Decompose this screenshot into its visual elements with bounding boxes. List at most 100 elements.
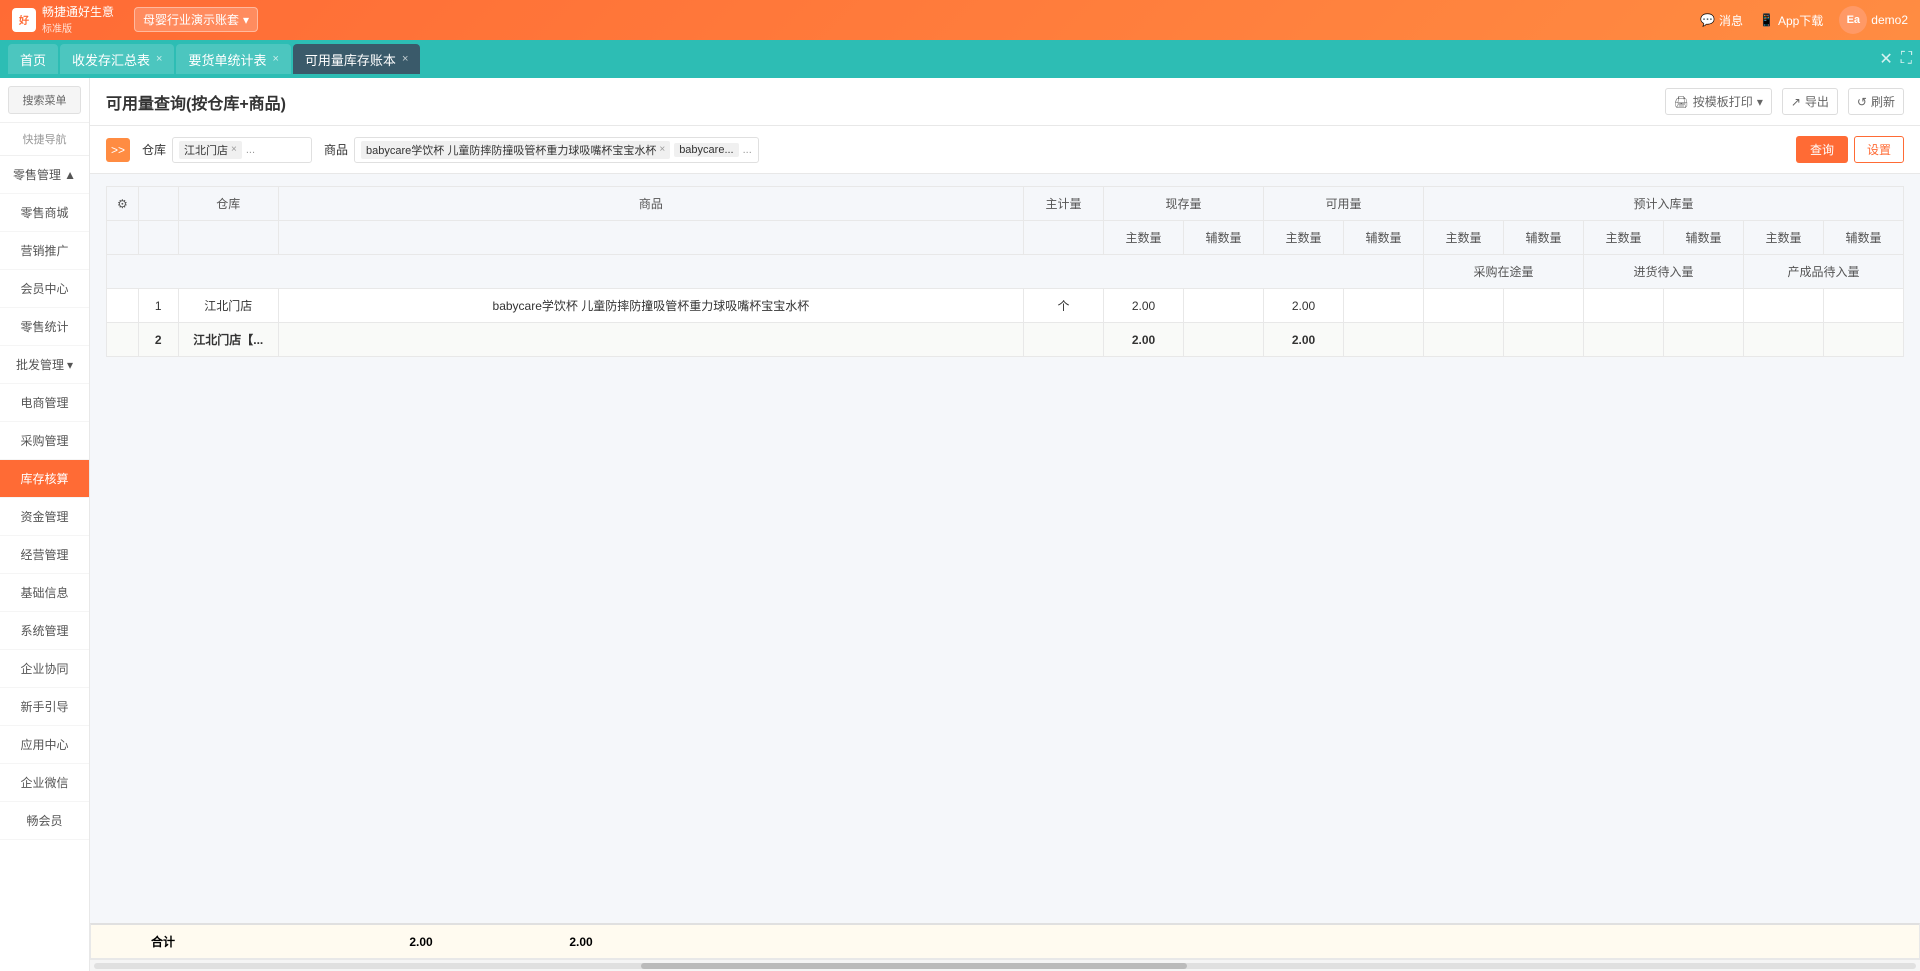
col-subheader-purchase-main: 主数量	[1424, 221, 1504, 255]
col-subheader-products-aux: 辅数量	[1824, 221, 1904, 255]
scrollbar-thumb[interactable]	[641, 963, 1188, 969]
cell-purchase-aux-1	[1504, 289, 1584, 323]
sidebar-retail-mall-label: 零售商城	[20, 206, 68, 220]
footer-stock-main: 2.00	[381, 935, 461, 949]
sidebar-quick-nav[interactable]: 快捷导航	[0, 123, 89, 156]
sidebar-item-new-guide[interactable]: 新手引导	[0, 688, 89, 726]
sidebar-wholesale-mgmt-label: 批发管理	[16, 356, 64, 373]
sidebar-item-member-center[interactable]: 会员中心	[0, 270, 89, 308]
sidebar-item-enterprise-wechat[interactable]: 企业微信	[0, 764, 89, 802]
footer-avail-main: 2.00	[541, 935, 621, 949]
cell-product-1: babycare学饮杯 儿童防摔防撞吸管杯重力球吸嘴杯宝宝水杯	[278, 289, 1023, 323]
col-subheader-stock-aux: 辅数量	[1184, 221, 1264, 255]
sidebar-item-finance-mgmt[interactable]: 资金管理	[0, 498, 89, 536]
nav-close-btn[interactable]: ✕	[1879, 49, 1892, 69]
sidebar-member-center-label: 会员中心	[20, 282, 68, 296]
tab-available-stock[interactable]: 可用量库存账本 ×	[293, 44, 420, 74]
col-header-unit: 主计量	[1024, 187, 1104, 221]
nav-tabs-bar: 首页 收发存汇总表 × 要货单统计表 × 可用量库存账本 × ✕ ⛶	[0, 40, 1920, 78]
sidebar-item-vip-member[interactable]: 畅会员	[0, 802, 89, 840]
sidebar-item-system-mgmt[interactable]: 系统管理	[0, 612, 89, 650]
tab-income-summary-close[interactable]: ×	[156, 53, 162, 65]
sidebar-item-purchase-mgmt[interactable]: 采购管理	[0, 422, 89, 460]
tab-available-stock-label: 可用量库存账本	[305, 50, 396, 69]
product-more[interactable]: ...	[743, 144, 752, 156]
cell-no-1: 1	[138, 289, 178, 323]
message-action[interactable]: 💬 消息	[1700, 12, 1743, 29]
expand-icon: >>	[111, 143, 125, 157]
sidebar-item-retail-mall[interactable]: 零售商城	[0, 194, 89, 232]
gear-icon[interactable]: ⚙	[117, 197, 128, 211]
col-header-planned-in: 预计入库量	[1424, 187, 1904, 221]
product-tag-1-close[interactable]: ×	[659, 144, 665, 155]
sidebar-item-inventory-check[interactable]: 库存核算	[0, 460, 89, 498]
warehouse-tag-text: 江北门店	[184, 142, 228, 158]
sidebar-item-wholesale-mgmt[interactable]: 批发管理 ▾	[0, 346, 89, 384]
sidebar-vip-member-label: 畅会员	[26, 814, 62, 828]
sidebar-item-basic-info[interactable]: 基础信息	[0, 574, 89, 612]
query-button[interactable]: 查询	[1796, 136, 1848, 163]
tab-available-stock-close[interactable]: ×	[402, 53, 408, 65]
export-btn[interactable]: ↗ 导出	[1782, 88, 1838, 115]
sidebar-item-marketing[interactable]: 营销推广	[0, 232, 89, 270]
settings-button[interactable]: 设置	[1854, 136, 1904, 163]
tab-order-stats[interactable]: 要货单统计表 ×	[176, 44, 290, 74]
export-icon: ↗	[1791, 95, 1801, 109]
warehouse-tag-input[interactable]: 江北门店 × ...	[172, 137, 312, 163]
avatar: Ea	[1839, 6, 1867, 34]
col-subheader-avail-aux: 辅数量	[1344, 221, 1424, 255]
filter-expand-btn[interactable]: >>	[106, 138, 130, 162]
chevron-icon: ▲	[64, 168, 76, 182]
sidebar-search-btn[interactable]: 搜索菜单	[8, 86, 81, 114]
warehouse-more[interactable]: ...	[246, 144, 255, 156]
warehouse-filter-label: 仓库	[142, 141, 166, 158]
page-title: 可用量查询(按仓库+商品)	[106, 90, 286, 114]
filter-actions-right: 查询 设置	[1796, 136, 1904, 163]
tab-income-summary[interactable]: 收发存汇总表 ×	[60, 44, 174, 74]
col-header-gear: ⚙	[107, 187, 139, 221]
user-action[interactable]: Ea demo2	[1839, 6, 1908, 34]
message-label: 消息	[1719, 12, 1743, 29]
cell-gear-2	[107, 323, 139, 357]
sidebar-item-enterprise-collab[interactable]: 企业协同	[0, 650, 89, 688]
col-subheader-incoming-aux: 辅数量	[1664, 221, 1744, 255]
sidebar-item-retail-stats[interactable]: 零售统计	[0, 308, 89, 346]
tenant-name: 母婴行业演示账套	[143, 11, 239, 28]
table-row: 2 江北门店【... 2.00 2.00	[107, 323, 1904, 357]
sidebar-item-app-center[interactable]: 应用中心	[0, 726, 89, 764]
col-subheader-products-pending: 产成品待入量	[1744, 255, 1904, 289]
template-print-btn[interactable]: 🖨 按模板打印 ▾	[1665, 88, 1772, 115]
cell-purchase-main-2	[1424, 323, 1504, 357]
logo-icon: 好	[12, 8, 36, 32]
cell-avail-aux-1	[1344, 289, 1424, 323]
cell-products-main-1	[1744, 289, 1824, 323]
cell-purchase-aux-2	[1504, 323, 1584, 357]
sidebar-app-center-label: 应用中心	[20, 738, 68, 752]
cell-avail-aux-2	[1344, 323, 1424, 357]
tenant-selector[interactable]: 母婴行业演示账套 ▾	[134, 7, 258, 32]
refresh-btn[interactable]: ↺ 刷新	[1848, 88, 1904, 115]
col-header-available-qty: 可用量	[1264, 187, 1424, 221]
sidebar-new-guide-label: 新手引导	[20, 700, 68, 714]
sidebar-item-retail-mgmt[interactable]: 零售管理 ▲	[0, 156, 89, 194]
product-tag-input[interactable]: babycare学饮杯 儿童防摔防撞吸管杯重力球吸嘴杯宝宝水杯 × babyca…	[354, 137, 759, 163]
app-download-action[interactable]: 📱 App下载	[1759, 12, 1823, 29]
col-header-product: 商品	[278, 187, 1023, 221]
warehouse-tag-close[interactable]: ×	[231, 144, 237, 155]
col-subheader-warehouse	[178, 221, 278, 255]
top-bar-left: 好 畅捷通好生意 标准版 母婴行业演示账套 ▾	[12, 5, 258, 34]
sidebar-item-ecommerce-mgmt[interactable]: 电商管理	[0, 384, 89, 422]
tab-home[interactable]: 首页	[8, 44, 58, 74]
footer-rest	[621, 935, 1909, 949]
cell-gear-1	[107, 289, 139, 323]
product-tag-1: babycare学饮杯 儿童防摔防撞吸管杯重力球吸嘴杯宝宝水杯 ×	[361, 141, 670, 159]
cell-stock-main-2: 2.00	[1104, 323, 1184, 357]
footer-unit	[301, 935, 381, 949]
nav-expand-btn[interactable]: ⛶	[1901, 50, 1912, 68]
table-row: 1 江北门店 babycare学饮杯 儿童防摔防撞吸管杯重力球吸嘴杯宝宝水杯 个…	[107, 289, 1904, 323]
col-subheader-incoming-goods: 进货待入量	[1584, 255, 1744, 289]
cell-products-aux-2	[1824, 323, 1904, 357]
sidebar-item-operation-mgmt[interactable]: 经营管理	[0, 536, 89, 574]
tab-order-stats-close[interactable]: ×	[272, 53, 278, 65]
col-subheader-products-main: 主数量	[1744, 221, 1824, 255]
